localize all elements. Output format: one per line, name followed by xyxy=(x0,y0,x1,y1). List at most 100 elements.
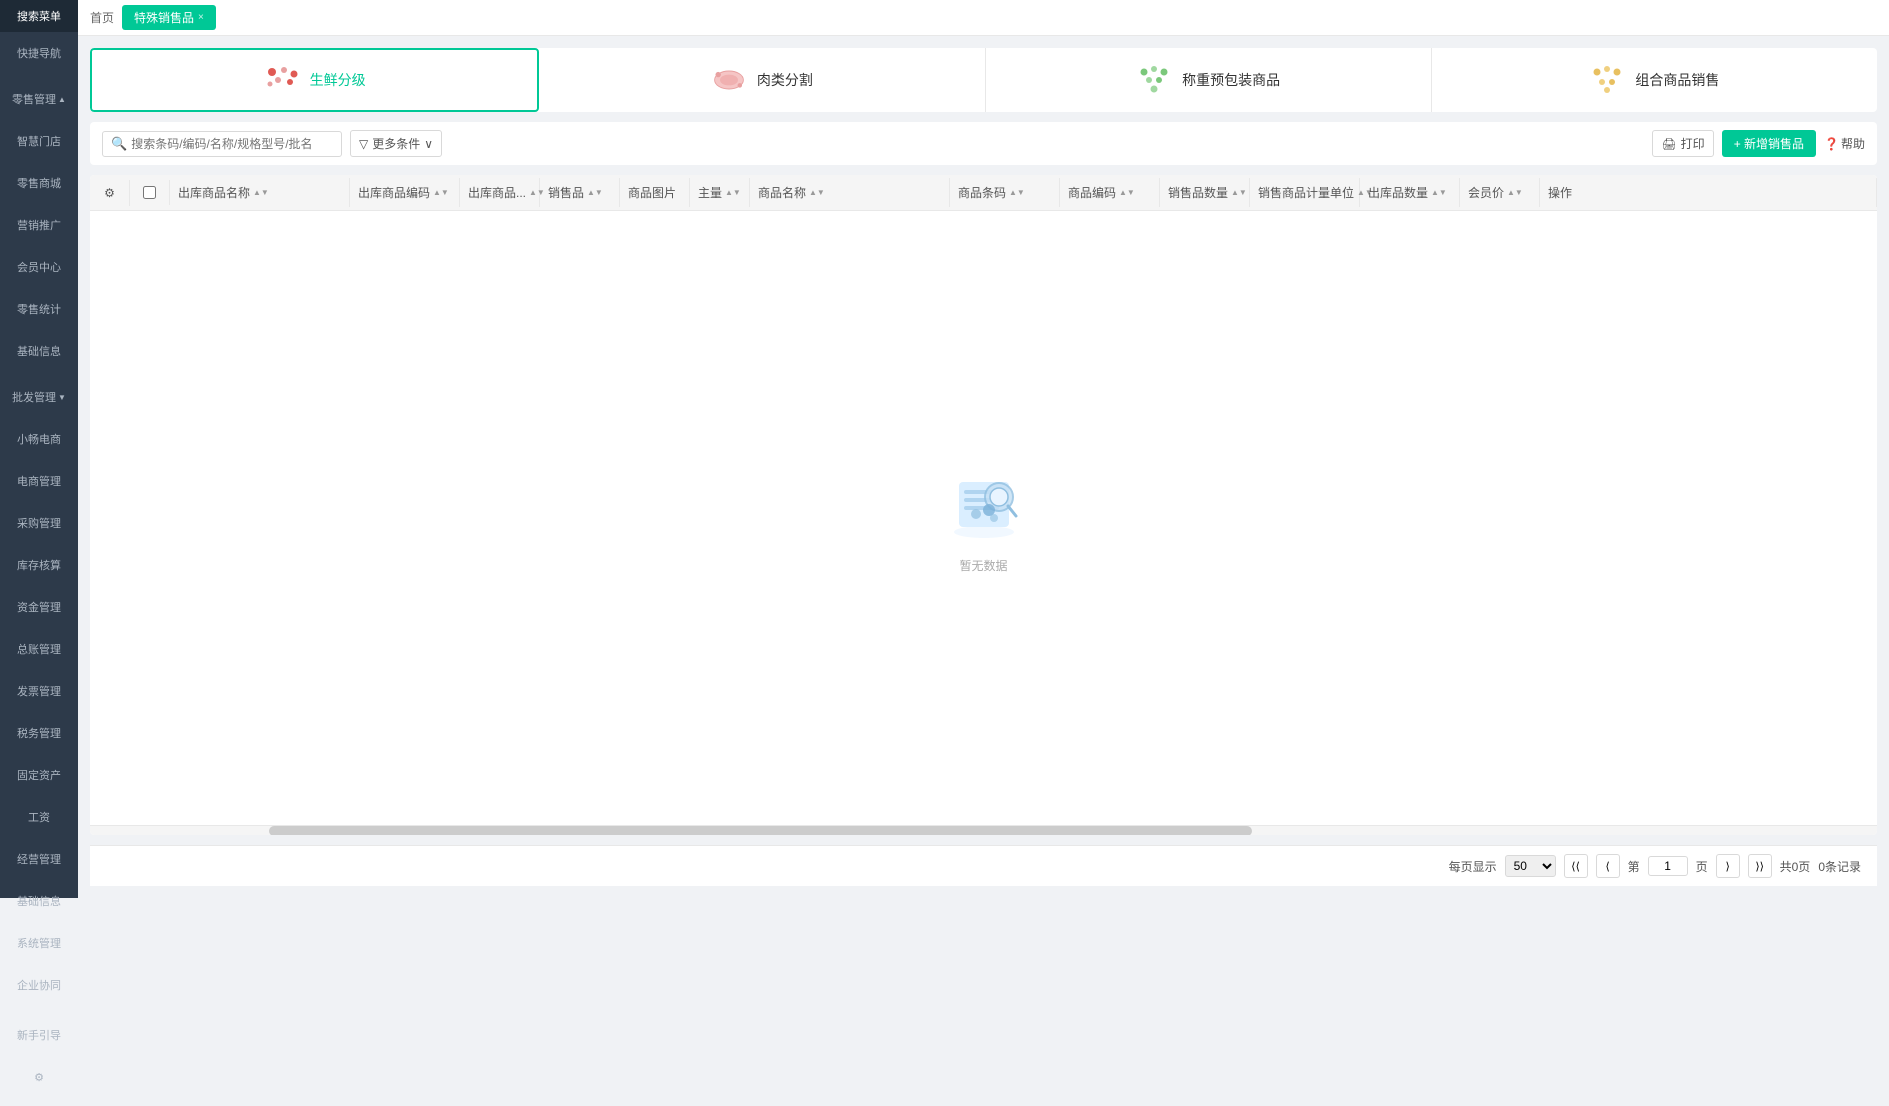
sort-icon-sale[interactable]: ▲▼ xyxy=(587,189,603,197)
page-label: 第 xyxy=(1628,858,1640,875)
first-page-button[interactable]: ⟨⟨ xyxy=(1564,854,1588,878)
table-body-empty: 暂无数据 xyxy=(90,211,1877,825)
cat-tab-combo[interactable]: 组合商品销售 xyxy=(1432,48,1877,112)
topbar-home[interactable]: 首页 xyxy=(90,9,114,26)
th-out-sku: 出库商品... ▲▼ xyxy=(460,178,540,207)
cat-tab-weight-pack[interactable]: 称重预包装商品 xyxy=(986,48,1432,112)
sidebar-item-invoice[interactable]: 发票管理 xyxy=(0,670,78,712)
th-checkbox[interactable] xyxy=(130,180,170,205)
scroll-thumb[interactable] xyxy=(269,826,1252,835)
th-out-code: 出库商品编码 ▲▼ xyxy=(350,178,460,207)
sidebar-item-hr[interactable]: 工资 xyxy=(0,796,78,838)
cat-tab-meat-cut[interactable]: 肉类分割 xyxy=(539,48,985,112)
sidebar-bottom: 新手引导 ⚙ xyxy=(0,1006,78,1106)
sort-icon-barcode[interactable]: ▲▼ xyxy=(1009,189,1025,197)
sidebar-item-biz[interactable]: 经营管理 xyxy=(0,838,78,880)
th-barcode: 商品条码 ▲▼ xyxy=(950,178,1060,207)
last-page-button[interactable]: ⟩⟩ xyxy=(1748,854,1772,878)
sort-icon-gcode[interactable]: ▲▼ xyxy=(1119,189,1135,197)
sidebar-item-mini-app[interactable]: 小畅电商 xyxy=(0,418,78,460)
search-input[interactable] xyxy=(131,137,331,151)
page-unit-label: 页 xyxy=(1696,858,1708,875)
sidebar-item-ecom[interactable]: 电商管理 xyxy=(0,460,78,502)
sort-icon-out-code[interactable]: ▲▼ xyxy=(433,189,449,197)
sidebar-item-marketing[interactable]: 营销推广 xyxy=(0,204,78,246)
weight-pack-icon xyxy=(1136,62,1172,98)
sidebar-item-retail-mall[interactable]: 零售商城 xyxy=(0,162,78,204)
sidebar-item-retail[interactable]: 零售管理 ▲ xyxy=(0,78,78,120)
sidebar-item-quick-nav[interactable]: 快捷导航 xyxy=(0,32,78,74)
total-count-label: 0条记录 xyxy=(1818,858,1861,875)
page-body: 生鲜分级 肉类分割 xyxy=(78,36,1889,898)
sort-icon-saleqty[interactable]: ▲▼ xyxy=(1231,189,1247,197)
filter-button[interactable]: ▽ 更多条件 ∨ xyxy=(350,130,442,157)
search-icon: 🔍 xyxy=(111,136,127,152)
th-unit: 销售商品计量单位 ▲▼ xyxy=(1250,178,1360,207)
page-input[interactable] xyxy=(1648,856,1688,876)
print-icon: 🖨 xyxy=(1661,137,1676,151)
sidebar-logo[interactable]: 搜索菜单 xyxy=(0,0,78,32)
sidebar-item-purchase[interactable]: 采购管理 xyxy=(0,502,78,544)
sort-icon-main[interactable]: ▲▼ xyxy=(725,189,741,197)
pagination-bar: 每页显示 50 100 200 ⟨⟨ ⟨ 第 页 ⟩ ⟩⟩ 共0页 0条记录 xyxy=(90,845,1877,886)
fresh-grade-label: 生鲜分级 xyxy=(310,70,366,90)
sidebar-item-coop[interactable]: 企业协同 xyxy=(0,964,78,1006)
category-tabs: 生鲜分级 肉类分割 xyxy=(90,48,1877,112)
settings-icon: ⚙ xyxy=(104,186,115,200)
page-size-select[interactable]: 50 100 200 xyxy=(1505,855,1556,877)
filter-icon: ▽ xyxy=(359,137,368,151)
select-all-checkbox[interactable] xyxy=(143,186,156,199)
topbar: 首页 特殊销售品 × xyxy=(78,0,1889,36)
help-button[interactable]: ❓ 帮助 xyxy=(1824,135,1865,152)
sidebar-item-wholesale[interactable]: 批发管理 ▼ xyxy=(0,376,78,418)
th-op: 操作 xyxy=(1540,178,1877,207)
sidebar-item-members[interactable]: 会员中心 xyxy=(0,246,78,288)
sidebar-item-base-info[interactable]: 基础信息 xyxy=(0,330,78,372)
cat-tab-fresh-grade[interactable]: 生鲜分级 xyxy=(90,48,539,112)
meat-cut-label: 肉类分割 xyxy=(757,70,813,90)
prev-page-button[interactable]: ⟨ xyxy=(1596,854,1620,878)
close-tab-icon[interactable]: × xyxy=(198,12,204,23)
th-saleqty: 销售品数量 ▲▼ xyxy=(1160,178,1250,207)
th-main: 主量 ▲▼ xyxy=(690,178,750,207)
sidebar-item-smart-store[interactable]: 智慧门店 xyxy=(0,120,78,162)
weight-pack-label: 称重预包装商品 xyxy=(1182,70,1280,90)
wholesale-arrow: ▼ xyxy=(58,393,66,402)
sort-icon-outqty[interactable]: ▲▼ xyxy=(1431,189,1447,197)
toolbar: 🔍 ▽ 更多条件 ∨ 🖨 打印 + 新增销售品 ❓ xyxy=(90,122,1877,165)
sidebar-item-inventory[interactable]: 库存核算 xyxy=(0,544,78,586)
sort-icon-price[interactable]: ▲▼ xyxy=(1507,189,1523,197)
th-settings[interactable]: ⚙ xyxy=(90,180,130,206)
sidebar-item-newbie[interactable]: 新手引导 xyxy=(0,1014,78,1056)
sidebar-item-tax[interactable]: 税务管理 xyxy=(0,712,78,754)
sidebar-item-system[interactable]: 系统管理 xyxy=(0,922,78,964)
sidebar-item-retail-stats[interactable]: 零售统计 xyxy=(0,288,78,330)
page-size-label: 每页显示 xyxy=(1449,858,1497,875)
sidebar-item-finance[interactable]: 资金管理 xyxy=(0,586,78,628)
th-sale: 销售品 ▲▼ xyxy=(540,178,620,207)
empty-illustration xyxy=(934,462,1034,545)
topbar-active-tab[interactable]: 特殊销售品 × xyxy=(122,5,216,30)
table-container: ⚙ 出库商品名称 ▲▼ 出库商品编码 ▲▼ 出库商品... ▲▼ xyxy=(90,175,1877,835)
combo-icon xyxy=(1589,62,1625,98)
help-icon: ❓ xyxy=(1824,137,1839,151)
sidebar-item-ledger[interactable]: 总账管理 xyxy=(0,628,78,670)
next-page-button[interactable]: ⟩ xyxy=(1716,854,1740,878)
th-gcode: 商品编码 ▲▼ xyxy=(1060,178,1160,207)
sidebar-item-base2[interactable]: 基础信息 xyxy=(0,880,78,922)
fresh-grade-icon xyxy=(264,62,300,98)
search-box[interactable]: 🔍 xyxy=(102,131,342,157)
new-item-button[interactable]: + 新增销售品 xyxy=(1722,130,1816,157)
sidebar-item-assets[interactable]: 固定资产 xyxy=(0,754,78,796)
toolbar-left: 🔍 ▽ 更多条件 ∨ xyxy=(102,130,442,157)
sidebar-item-settings[interactable]: ⚙ xyxy=(0,1056,78,1098)
th-price: 会员价 ▲▼ xyxy=(1460,178,1540,207)
print-button[interactable]: 🖨 打印 xyxy=(1652,130,1713,157)
retail-arrow: ▲ xyxy=(58,95,66,104)
horizontal-scrollbar[interactable] xyxy=(90,825,1877,835)
sort-icon-out-name[interactable]: ▲▼ xyxy=(253,189,269,197)
sort-icon-gname[interactable]: ▲▼ xyxy=(809,189,825,197)
sidebar: 搜索菜单 快捷导航 零售管理 ▲ 智慧门店 零售商城 营销推广 会员中心 零售统… xyxy=(0,0,78,898)
active-tab-label: 特殊销售品 xyxy=(134,9,194,26)
filter-arrow-icon: ∨ xyxy=(424,137,433,151)
